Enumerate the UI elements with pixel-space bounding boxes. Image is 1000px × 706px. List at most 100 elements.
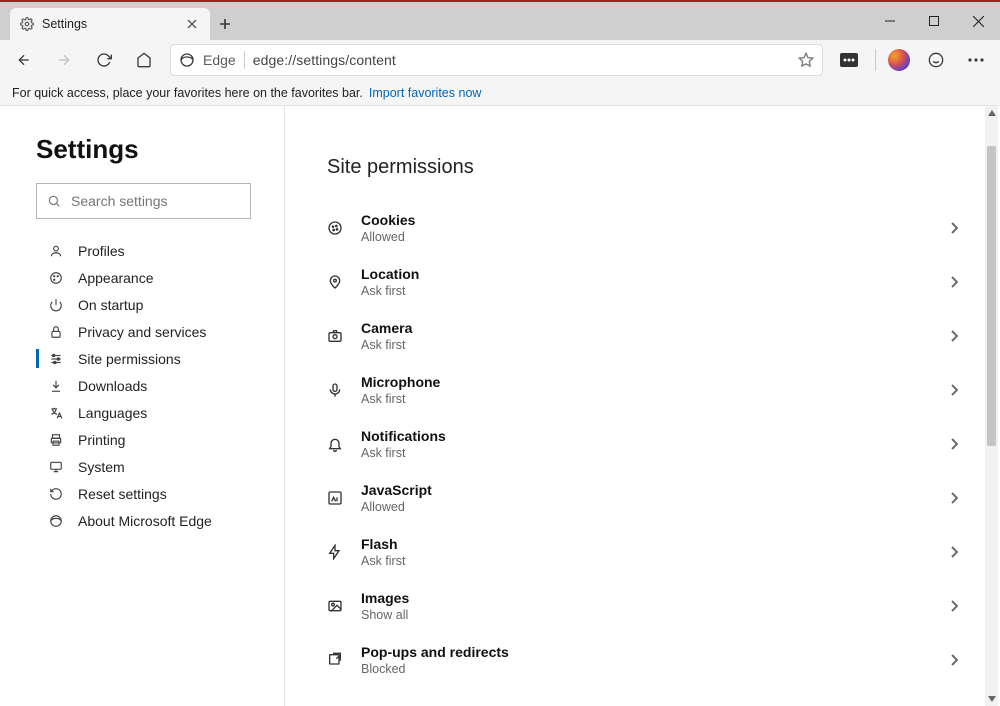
- sidebar-item-system[interactable]: System: [36, 453, 254, 480]
- chevron-right-icon: [950, 492, 958, 504]
- permission-flash[interactable]: Flash Ask first: [327, 525, 958, 579]
- extension-button[interactable]: [835, 46, 863, 74]
- image-icon: [327, 598, 343, 614]
- sidebar-item-label: Appearance: [78, 270, 154, 286]
- search-icon: [47, 194, 61, 208]
- back-button[interactable]: [10, 46, 38, 74]
- permission-title: Pop-ups and redirects: [361, 644, 932, 660]
- close-tab-button[interactable]: [184, 16, 200, 32]
- sidebar-item-label: System: [78, 459, 125, 475]
- printer-icon: [48, 432, 64, 448]
- sidebar-item-about[interactable]: About Microsoft Edge: [36, 507, 254, 534]
- settings-search-input[interactable]: [71, 193, 252, 209]
- permission-images[interactable]: Images Show all: [327, 579, 958, 633]
- sidebar-item-printing[interactable]: Printing: [36, 426, 254, 453]
- gear-icon: [20, 17, 34, 31]
- camera-icon: [327, 328, 343, 344]
- browser-tab[interactable]: Settings: [10, 8, 210, 40]
- profile-avatar[interactable]: [888, 49, 910, 71]
- browser-toolbar: Edge edge://settings/content: [0, 40, 1000, 80]
- permission-notifications[interactable]: Notifications Ask first: [327, 417, 958, 471]
- close-window-button[interactable]: [956, 2, 1000, 40]
- sidebar-item-label: About Microsoft Edge: [78, 513, 212, 529]
- sidebar-item-downloads[interactable]: Downloads: [36, 372, 254, 399]
- permission-popups[interactable]: Pop-ups and redirectsBlocked: [327, 633, 958, 687]
- location-icon: [327, 274, 343, 290]
- chevron-right-icon: [950, 330, 958, 342]
- import-favorites-link[interactable]: Import favorites now: [369, 86, 482, 100]
- person-icon: [48, 243, 64, 259]
- lock-icon: [48, 324, 64, 340]
- new-tab-button[interactable]: [210, 8, 240, 40]
- scroll-up-arrow-icon[interactable]: [985, 106, 998, 120]
- sidebar-item-profiles[interactable]: Profiles: [36, 237, 254, 264]
- javascript-icon: [327, 490, 343, 506]
- address-bar[interactable]: Edge edge://settings/content: [170, 44, 823, 76]
- settings-search[interactable]: [36, 183, 251, 219]
- permission-status: Ask first: [361, 338, 932, 352]
- permission-cookies[interactable]: Cookies Allowed: [327, 201, 958, 255]
- permission-title: JavaScript: [361, 482, 932, 498]
- edge-icon: [48, 513, 64, 529]
- chevron-right-icon: [950, 654, 958, 666]
- favorite-star-icon[interactable]: [798, 52, 814, 68]
- sidebar-item-on-startup[interactable]: On startup: [36, 291, 254, 318]
- omnibox-divider: [244, 51, 245, 69]
- scroll-down-arrow-icon[interactable]: [985, 692, 998, 706]
- permission-status: Ask first: [361, 392, 932, 406]
- settings-heading: Settings: [36, 134, 254, 165]
- settings-nav: Profiles Appearance On startup Privacy a…: [36, 237, 254, 534]
- permission-status: Ask first: [361, 554, 932, 568]
- forward-button[interactable]: [50, 46, 78, 74]
- sidebar-item-reset[interactable]: Reset settings: [36, 480, 254, 507]
- sidebar-item-label: Reset settings: [78, 486, 167, 502]
- toolbar-divider: [875, 49, 876, 71]
- edge-logo-icon: [179, 52, 195, 68]
- window-controls: [868, 2, 1000, 40]
- sidebar-item-label: Languages: [78, 405, 147, 421]
- permission-title: Images: [361, 590, 932, 606]
- home-button[interactable]: [130, 46, 158, 74]
- url-text: edge://settings/content: [253, 52, 396, 68]
- chevron-right-icon: [950, 600, 958, 612]
- refresh-button[interactable]: [90, 46, 118, 74]
- sidebar-item-label: Profiles: [78, 243, 125, 259]
- sidebar-item-languages[interactable]: Languages: [36, 399, 254, 426]
- sidebar-item-site-permissions[interactable]: Site permissions: [36, 345, 254, 372]
- chevron-right-icon: [950, 276, 958, 288]
- flash-icon: [327, 544, 343, 560]
- scrollbar-thumb[interactable]: [987, 146, 996, 446]
- minimize-button[interactable]: [868, 2, 912, 40]
- favorites-bar: For quick access, place your favorites h…: [0, 80, 1000, 106]
- permission-camera[interactable]: CameraAsk first: [327, 309, 958, 363]
- reset-icon: [48, 486, 64, 502]
- palette-icon: [48, 270, 64, 286]
- permission-status: Show all: [361, 608, 932, 622]
- permission-location[interactable]: LocationAsk first: [327, 255, 958, 309]
- monitor-icon: [48, 459, 64, 475]
- more-menu-button[interactable]: [962, 46, 990, 74]
- scrollbar[interactable]: [985, 106, 998, 706]
- permission-javascript[interactable]: JavaScriptAllowed: [327, 471, 958, 525]
- chevron-right-icon: [950, 546, 958, 558]
- permission-status: Allowed: [361, 230, 932, 244]
- sidebar-item-label: Downloads: [78, 378, 147, 394]
- permission-status: Ask first: [361, 446, 932, 460]
- permission-title: Location: [361, 266, 932, 282]
- maximize-button[interactable]: [912, 2, 956, 40]
- feedback-icon[interactable]: [922, 46, 950, 74]
- sidebar-item-label: Site permissions: [78, 351, 181, 367]
- permission-title: Cookies: [361, 212, 932, 228]
- sidebar-item-appearance[interactable]: Appearance: [36, 264, 254, 291]
- sliders-icon: [48, 351, 64, 367]
- chevron-right-icon: [950, 384, 958, 396]
- permission-microphone[interactable]: Microphone Ask first: [327, 363, 958, 417]
- permission-title: Flash: [361, 536, 932, 552]
- bell-icon: [327, 436, 343, 452]
- permission-title: Notifications: [361, 428, 932, 444]
- sidebar-item-label: Printing: [78, 432, 125, 448]
- tab-strip: Settings: [0, 8, 868, 40]
- sidebar-item-privacy[interactable]: Privacy and services: [36, 318, 254, 345]
- permission-title: Microphone: [361, 374, 932, 390]
- page-title: Site permissions: [327, 156, 958, 179]
